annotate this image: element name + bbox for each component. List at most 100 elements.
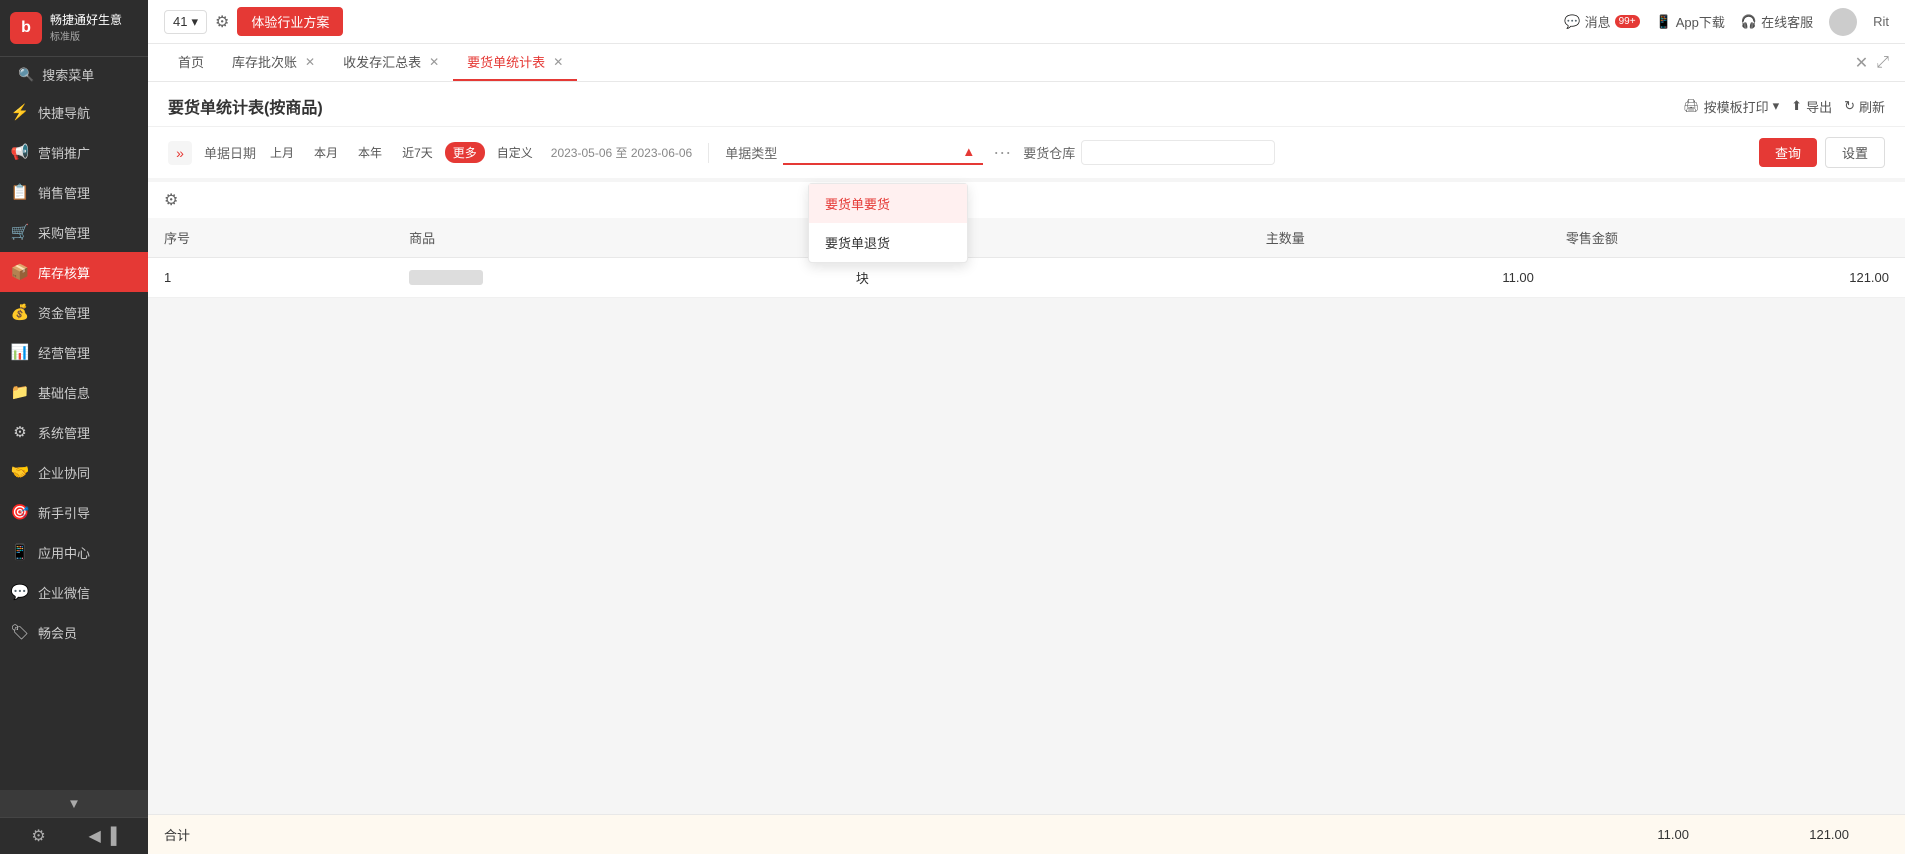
main-area: 41 ▾ ⚙ 体验行业方案 💬 消息 99+ 📱 App下载 🎧 在线客服 Ri… [148,0,1905,854]
sidebar-item-wechat[interactable]: 💬 企业微信 [0,572,148,612]
customer-service-button[interactable]: 🎧 在线客服 [1741,12,1813,31]
close-tab-button[interactable]: ✕ [1855,53,1868,73]
chevron-down-icon: ▾ [191,14,198,30]
sidebar-item-guide[interactable]: 🎯 新手引导 [0,492,148,532]
column-settings-button[interactable]: ⚙ [164,190,178,210]
warehouse-label: 要货仓库 [1023,143,1075,162]
nav-icon-basic: 📁 [10,382,30,402]
nav-icon-finance: 💰 [10,302,30,322]
nav-label-guide: 新手引导 [38,503,90,522]
nav-label-basic: 基础信息 [38,383,90,402]
query-button[interactable]: 查询 [1759,138,1817,167]
refresh-icon: ↻ [1844,98,1855,114]
topbar: 41 ▾ ⚙ 体验行业方案 💬 消息 99+ 📱 App下载 🎧 在线客服 Ri… [148,0,1905,44]
dropdown-item-return[interactable]: 要货单退货 [809,223,967,262]
data-table: 序号 商品 主计量单位 主数量 零售金额 1 ████████ 块 11.00 … [148,218,1905,298]
last-month-btn[interactable]: 上月 [262,141,302,164]
sidebar-item-marketing[interactable]: 📢 营销推广 [0,132,148,172]
more-dates-btn[interactable]: 更多 [445,142,485,163]
app-logo-icon: b [10,12,42,44]
filter-expand-button[interactable]: » [168,141,192,165]
col-seq: 序号 [148,218,393,258]
nav-icon-guide: 🎯 [10,502,30,522]
tab-label-delivery-summary: 收发存汇总表 [343,52,421,71]
nav-label-member: 畅会员 [38,623,77,642]
tab-home[interactable]: 首页 [164,44,218,81]
footer-total-label: 合计 [164,828,190,843]
date-range-text: 2023-05-06 至 2023-06-06 [551,144,692,161]
nav-label-inventory: 库存核算 [38,263,90,282]
nav-label-operation: 经营管理 [38,343,90,362]
type-label: 单据类型 [725,143,777,162]
sidebar-item-member[interactable]: 🏷 畅会员 [0,612,148,652]
nav-label-quick-nav: 快捷导航 [38,103,90,122]
sidebar-collapse-button[interactable]: ◀ ▐ [89,826,117,846]
filter-divider-1 [708,143,709,163]
trial-button[interactable]: 体验行业方案 [237,7,343,36]
message-button[interactable]: 💬 消息 99+ [1564,12,1639,31]
sidebar-item-app-center[interactable]: 📱 应用中心 [0,532,148,572]
settings-button[interactable]: ⚙ [31,826,45,846]
date-shortcuts: 上月 本月 本年 近7天 更多 自定义 [262,141,541,164]
user-avatar[interactable] [1829,8,1857,36]
cell-amount: 121.00 [1550,258,1905,298]
sidebar-item-finance[interactable]: 💰 资金管理 [0,292,148,332]
sidebar-item-basic[interactable]: 📁 基础信息 [0,372,148,412]
maximize-tab-button[interactable]: ⤢ [1876,54,1889,72]
tab-close-delivery-summary[interactable]: ✕ [429,55,439,69]
sidebar-item-inventory[interactable]: 📦 库存核算 [0,252,148,292]
chevron-down-icon: ▾ [1773,98,1780,114]
this-year-btn[interactable]: 本年 [350,141,390,164]
type-select-arrow: ▲ [962,144,975,159]
last-7-days-btn[interactable]: 近7天 [394,141,441,164]
table-footer: 合计 11.00 121.00 [148,814,1905,854]
set-button[interactable]: 设置 [1825,137,1885,168]
sidebar-search[interactable]: 🔍 搜索菜单 [0,57,148,92]
export-button[interactable]: ⬆ 导出 [1791,97,1832,116]
tab-label-batch-account: 库存批次账 [232,52,297,71]
sidebar-item-operation[interactable]: 📊 经营管理 [0,332,148,372]
col-qty: 主数量 [1250,218,1550,258]
sidebar-item-quick-nav[interactable]: ⚡ 快捷导航 [0,92,148,132]
tab-delivery-summary[interactable]: 收发存汇总表 ✕ [329,44,453,81]
warehouse-input[interactable] [1081,140,1275,165]
refresh-button[interactable]: ↻ 刷新 [1844,97,1885,116]
type-more-btn[interactable]: ··· [993,142,1011,163]
sidebar-item-enterprise[interactable]: 🤝 企业协同 [0,452,148,492]
sidebar-scroll-down[interactable]: ▼ [0,790,148,817]
page-header: 要货单统计表(按商品) 🖨 按模板打印 ▾ ⬆ 导出 ↻ 刷新 [148,82,1905,126]
tab-batch-account[interactable]: 库存批次账 ✕ [218,44,329,81]
nav-icon-operation: 📊 [10,342,30,362]
filter-bar: » 单据日期 上月 本月 本年 近7天 更多 自定义 2023-05-06 至 … [148,126,1905,178]
warehouse-filter-group: 要货仓库 [1023,140,1275,165]
filter-actions: 查询 设置 [1759,137,1885,168]
sidebar-nav: ⚡ 快捷导航 📢 营销推广 📋 销售管理 🛒 采购管理 📦 库存核算 💰 资金管… [0,92,148,790]
tab-order-summary[interactable]: 要货单统计表✕ [453,44,577,81]
nav-label-finance: 资金管理 [38,303,90,322]
store-selector[interactable]: 41 ▾ [164,10,207,34]
nav-icon-sales: 📋 [10,182,30,202]
settings-icon[interactable]: ⚙ [215,12,229,32]
sidebar: b 畅捷通好生意 标准版 🔍 搜索菜单 ⚡ 快捷导航 📢 营销推广 📋 销售管理… [0,0,148,854]
type-select[interactable]: ▲ [783,140,983,165]
print-button[interactable]: 🖨 按模板打印 ▾ [1683,97,1779,116]
custom-date-btn[interactable]: 自定义 [489,141,541,164]
cell-goods: ████████ [393,258,840,298]
nav-icon-inventory: 📦 [10,262,30,282]
col-goods: 商品 [393,218,840,258]
tab-close-batch-account[interactable]: ✕ [305,55,315,69]
sidebar-logo: b 畅捷通好生意 标准版 [0,0,148,57]
cell-seq: 1 [148,258,393,298]
sidebar-item-sales[interactable]: 📋 销售管理 [0,172,148,212]
page-title: 要货单统计表(按商品) [168,94,323,118]
dropdown-item-purchase[interactable]: 要货单要货 [809,184,967,223]
tab-close-order-summary[interactable]: ✕ [553,55,563,69]
this-month-btn[interactable]: 本月 [306,141,346,164]
tabs-bar: 首页库存批次账✕收发存汇总表✕要货单统计表✕ ✕ ⤢ [148,44,1905,82]
topbar-right: 💬 消息 99+ 📱 App下载 🎧 在线客服 Rit [1564,8,1889,36]
headset-icon: 🎧 [1741,14,1757,30]
table-toolbar: ⚙ [148,182,1905,218]
app-download-button[interactable]: 📱 App下载 [1656,12,1725,31]
sidebar-item-purchase[interactable]: 🛒 采购管理 [0,212,148,252]
sidebar-item-system[interactable]: ⚙ 系统管理 [0,412,148,452]
